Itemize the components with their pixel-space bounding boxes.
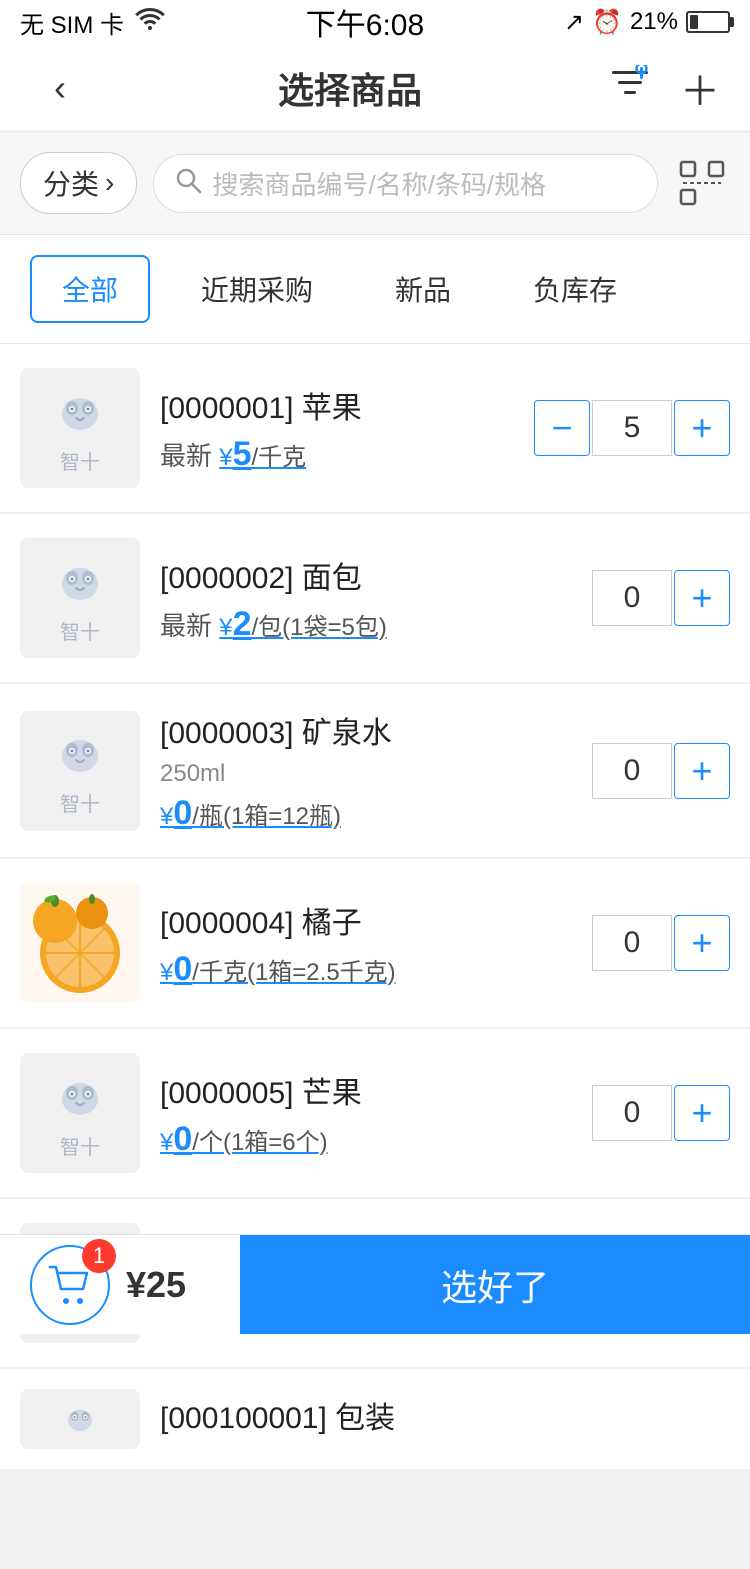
product-name-p7: [000100001] 包装 [160,1393,730,1437]
product-price-p1: 最新 ¥5/千克 [160,435,514,474]
back-button[interactable]: ‹ [30,67,90,109]
nav-title: 选择商品 [90,62,610,114]
product-name-p1: [0000001] 苹果 [160,383,514,427]
status-time: 下午6:08 [306,0,424,44]
product-item-p3: 智十 [0000003] 矿泉水 250ml ¥0/瓶(1箱=12瓶) + [0,684,750,857]
product-item-p7: [000100001] 包装 [0,1369,750,1469]
increment-button-p3[interactable]: + [674,743,730,799]
product-thumb-p3: 智十 [20,711,140,831]
search-placeholder: 搜索商品编号/名称/条码/规格 [212,165,546,202]
product-thumb-p4 [20,883,140,1003]
product-name-p2: [0000002] 面包 [160,553,570,597]
product-item-p1: 智十 [0000001] 苹果 最新 ¥5/千克 − + [0,344,750,512]
product-price-p4: ¥0/千克(1箱=2.5千克) [160,950,570,989]
increment-button-p4[interactable]: + [674,915,730,971]
tab-recent[interactable]: 近期采购 [170,256,344,322]
increment-button-p2[interactable]: + [674,570,730,626]
bottom-bar: 1 ¥25 选好了 [0,1234,750,1334]
product-item-p2: 智十 [0000002] 面包 最新 ¥2/包(1袋=5包) + [0,514,750,682]
qty-control-p4: + [590,915,730,971]
status-right: ↗ ⏰ 21% [564,8,730,37]
status-left: 无 SIM 卡 [20,5,166,40]
cart-button[interactable]: 1 [30,1245,110,1325]
battery-percent: 21% [630,8,678,36]
qty-control-p2: + [590,570,730,626]
scan-button[interactable] [674,155,730,211]
nav-bar: ‹ 选择商品 ＋ [0,44,750,132]
increment-button-p5[interactable]: + [674,1085,730,1141]
confirm-button[interactable]: 选好了 [240,1235,750,1334]
wifi-icon [134,8,166,37]
product-thumb-p1: 智十 [20,368,140,488]
add-product-button[interactable]: ＋ [680,59,720,117]
product-thumb-p7 [20,1389,140,1449]
product-info-p4: [0000004] 橘子 ¥0/千克(1箱=2.5千克) [160,898,570,989]
decrement-button-p1[interactable]: − [534,400,590,456]
product-name-p5: [0000005] 芒果 [160,1068,570,1112]
qty-input-p2[interactable] [592,570,672,626]
product-thumb-p5: 智十 [20,1053,140,1173]
category-label: 分类 [43,163,99,203]
battery-icon [686,11,730,33]
product-info-p5: [0000005] 芒果 ¥0/个(1箱=6个) [160,1068,570,1159]
nav-right-buttons: ＋ [610,59,720,117]
product-thumb-p2: 智十 [20,538,140,658]
tab-new[interactable]: 新品 [364,256,482,322]
alarm-icon: ⏰ [592,8,622,37]
qty-input-p4[interactable] [592,915,672,971]
product-item-p4: [0000004] 橘子 ¥0/千克(1箱=2.5千克) + [0,859,750,1027]
tab-negative[interactable]: 负库存 [502,256,648,322]
tabs-bar: 全部 近期采购 新品 负库存 [0,235,750,344]
qty-control-p3: + [590,743,730,799]
category-arrow-icon: › [105,167,114,199]
product-price-p3: ¥0/瓶(1箱=12瓶) [160,794,570,833]
product-spec-p3: 250ml [160,760,570,788]
cart-badge: 1 [82,1239,116,1273]
product-price-p2: 最新 ¥2/包(1袋=5包) [160,605,570,644]
qty-input-p5[interactable] [592,1085,672,1141]
product-name-p3: [0000003] 矿泉水 [160,708,570,752]
product-info-p2: [0000002] 面包 最新 ¥2/包(1袋=5包) [160,553,570,644]
category-button[interactable]: 分类 › [20,152,137,214]
sim-text: 无 SIM 卡 [20,5,124,40]
cart-area: 1 ¥25 [0,1245,240,1325]
increment-button-p1[interactable]: + [674,400,730,456]
filter-bar: 分类 › 搜索商品编号/名称/条码/规格 [0,132,750,235]
qty-input-p3[interactable] [592,743,672,799]
qty-input-p1[interactable] [592,400,672,456]
status-bar: 无 SIM 卡 下午6:08 ↗ ⏰ 21% [0,0,750,44]
search-icon [174,166,202,201]
cart-total: ¥25 [126,1264,186,1306]
filter-button[interactable] [610,65,650,111]
product-info-p7: [000100001] 包装 [160,1393,730,1445]
search-box[interactable]: 搜索商品编号/名称/条码/规格 [153,154,658,213]
qty-control-p5: + [590,1085,730,1141]
qty-control-p1: − + [534,400,730,456]
product-item-p5: 智十 [0000005] 芒果 ¥0/个(1箱=6个) + [0,1029,750,1197]
location-icon: ↗ [564,8,584,37]
product-price-p5: ¥0/个(1箱=6个) [160,1120,570,1159]
product-name-p4: [0000004] 橘子 [160,898,570,942]
tab-all[interactable]: 全部 [30,255,150,323]
product-info-p1: [0000001] 苹果 最新 ¥5/千克 [160,383,514,474]
product-info-p3: [0000003] 矿泉水 250ml ¥0/瓶(1箱=12瓶) [160,708,570,833]
